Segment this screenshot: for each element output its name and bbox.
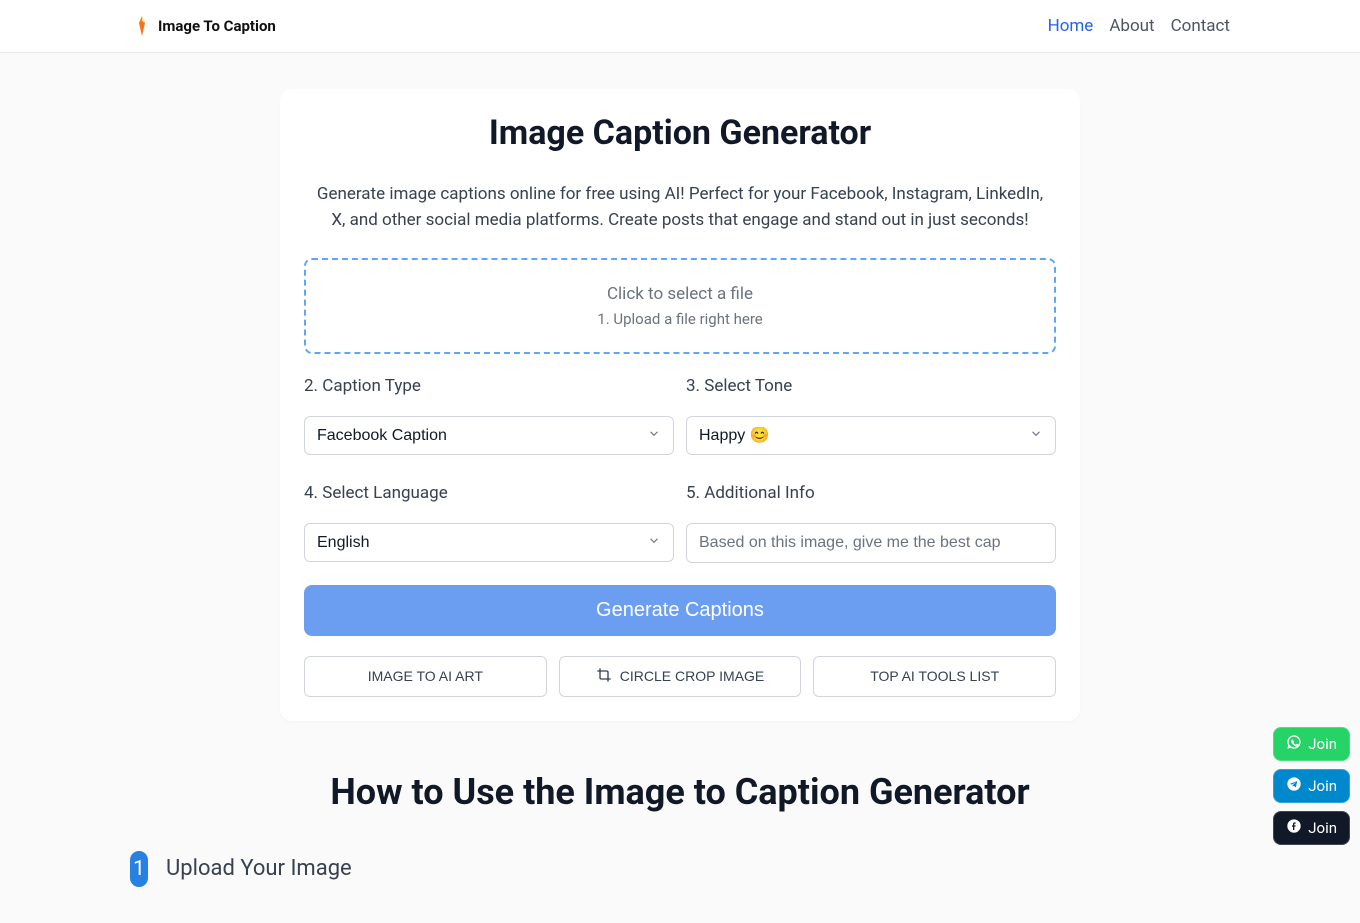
form-grid: 2. Caption Type Facebook Caption 3. Sele…	[304, 376, 1056, 563]
upload-main-text: Click to select a file	[330, 284, 1030, 304]
link-label: IMAGE TO AI ART	[368, 668, 483, 684]
upload-sub-text: 1. Upload a file right here	[330, 310, 1030, 328]
caption-type-select[interactable]: Facebook Caption	[305, 417, 673, 454]
whatsapp-icon	[1286, 734, 1302, 754]
additional-info-input[interactable]	[686, 523, 1056, 563]
logo[interactable]: Image To Caption	[130, 14, 276, 38]
nav-home[interactable]: Home	[1048, 16, 1094, 36]
circle-crop-button[interactable]: CIRCLE CROP IMAGE	[559, 656, 802, 697]
telegram-join-button[interactable]: Join	[1273, 769, 1350, 803]
telegram-icon	[1286, 776, 1302, 796]
facebook-join-button[interactable]: Join	[1273, 811, 1350, 845]
join-label: Join	[1308, 735, 1337, 753]
step-title: Upload Your Image	[166, 856, 352, 881]
link-label: TOP AI TOOLS LIST	[870, 668, 999, 684]
additional-info-label: 5. Additional Info	[686, 483, 1056, 503]
whatsapp-join-button[interactable]: Join	[1273, 727, 1350, 761]
tone-select-wrapper: Happy 😊	[686, 416, 1056, 455]
language-select[interactable]: English	[305, 524, 673, 561]
generator-card: Image Caption Generator Generate image c…	[280, 89, 1080, 721]
howto-title: How to Use the Image to Caption Generato…	[130, 771, 1230, 813]
floating-social-buttons: Join Join Join	[1273, 727, 1350, 845]
step-1: 1 Upload Your Image	[130, 851, 1230, 887]
nav-contact[interactable]: Contact	[1171, 16, 1230, 36]
logo-text: Image To Caption	[158, 17, 276, 35]
tone-label: 3. Select Tone	[686, 376, 1056, 396]
language-label: 4. Select Language	[304, 483, 674, 503]
howto-section: How to Use the Image to Caption Generato…	[130, 771, 1230, 887]
page-description: Generate image captions online for free …	[304, 181, 1056, 234]
top-ai-tools-button[interactable]: TOP AI TOOLS LIST	[813, 656, 1056, 697]
top-header: Image To Caption Home About Contact	[0, 0, 1360, 53]
caption-type-select-wrapper: Facebook Caption	[304, 416, 674, 455]
tone-select[interactable]: Happy 😊	[687, 417, 1055, 454]
join-label: Join	[1308, 777, 1337, 795]
nav-about[interactable]: About	[1109, 16, 1154, 36]
upload-zone[interactable]: Click to select a file 1. Upload a file …	[304, 258, 1056, 354]
image-to-ai-art-button[interactable]: IMAGE TO AI ART	[304, 656, 547, 697]
facebook-icon	[1286, 818, 1302, 838]
language-select-wrapper: English	[304, 523, 674, 562]
generate-captions-button[interactable]: Generate Captions	[304, 585, 1056, 636]
main-content: Image Caption Generator Generate image c…	[0, 53, 1360, 923]
page-title: Image Caption Generator	[304, 113, 1056, 153]
step-number-badge: 1	[130, 851, 148, 887]
main-nav: Home About Contact	[1048, 16, 1230, 36]
caption-type-label: 2. Caption Type	[304, 376, 674, 396]
link-label: CIRCLE CROP IMAGE	[620, 668, 764, 684]
link-row: IMAGE TO AI ART CIRCLE CROP IMAGE TOP AI…	[304, 656, 1056, 697]
rocket-icon	[130, 14, 154, 38]
join-label: Join	[1308, 819, 1337, 837]
crop-icon	[596, 667, 612, 686]
